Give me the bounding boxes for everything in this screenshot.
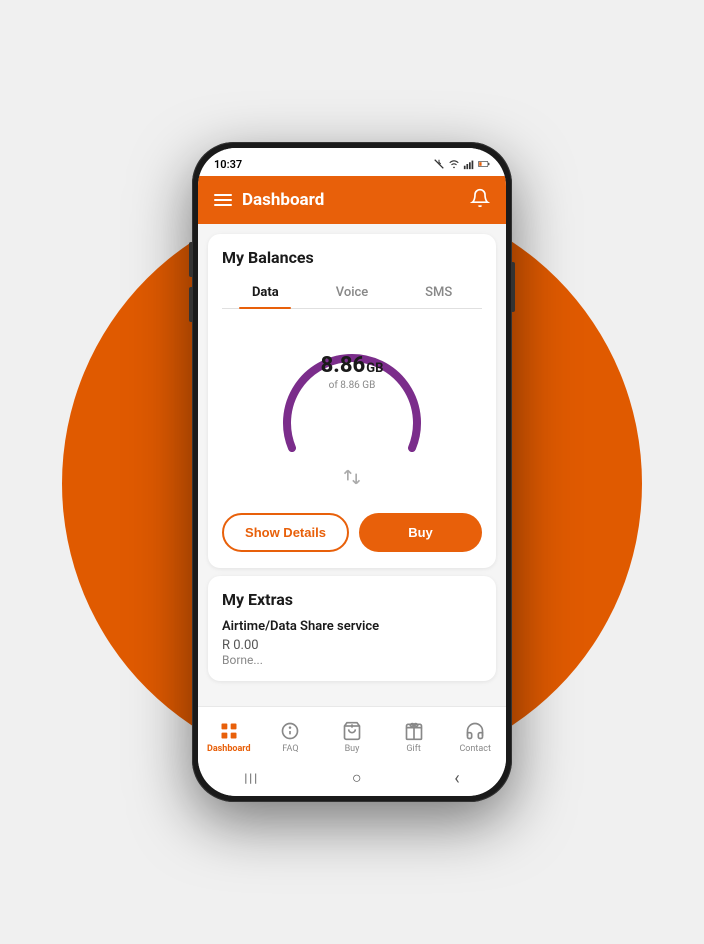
extras-value: R 0.00: [222, 638, 482, 653]
nav-gift[interactable]: Gift: [390, 720, 438, 754]
gauge-sub: of 8.86 GB: [321, 380, 384, 391]
status-icons: [433, 158, 490, 170]
bottom-nav: Dashboard FAQ: [198, 706, 506, 764]
gauge-value: 8.86: [321, 353, 366, 378]
nav-contact[interactable]: Contact: [451, 720, 499, 754]
tab-sms[interactable]: SMS: [395, 279, 482, 308]
nav-contact-label: Contact: [459, 744, 490, 754]
extras-card: My Extras Airtime/Data Share service R 0…: [208, 576, 496, 681]
transfer-icon: [342, 467, 362, 491]
wifi-icon: [448, 158, 460, 170]
gift-icon: [403, 720, 425, 742]
balances-title: My Balances: [222, 248, 482, 267]
nav-faq[interactable]: FAQ: [266, 720, 314, 754]
buy-button[interactable]: Buy: [359, 513, 482, 552]
action-buttons: Show Details Buy: [222, 513, 482, 552]
notification-button[interactable]: [470, 188, 490, 212]
status-bar: 10:37: [198, 148, 506, 176]
cart-icon: [341, 720, 363, 742]
balances-card: My Balances Data Voice SMS: [208, 234, 496, 568]
tab-data[interactable]: Data: [222, 279, 309, 308]
nav-dashboard[interactable]: Dashboard: [205, 720, 253, 754]
app-header: Dashboard: [198, 176, 506, 224]
balance-tabs: Data Voice SMS: [222, 279, 482, 309]
menu-button[interactable]: [214, 194, 232, 206]
extras-service-name: Airtime/Data Share service: [222, 619, 482, 634]
system-nav: ||| ○ ‹: [198, 764, 506, 796]
extras-more: Borne...: [222, 653, 482, 667]
mute-icon: [433, 158, 445, 170]
main-content: My Balances Data Voice SMS: [198, 224, 506, 706]
status-time: 10:37: [214, 158, 242, 171]
grid-icon: [218, 720, 240, 742]
nav-buy[interactable]: Buy: [328, 720, 376, 754]
sys-home[interactable]: ○: [352, 768, 362, 788]
battery-icon: [478, 158, 490, 170]
extras-title: My Extras: [222, 590, 482, 609]
gauge-center: 8.86 GB of 8.86 GB: [321, 353, 384, 391]
nav-buy-label: Buy: [345, 744, 360, 754]
signal-icon: [463, 158, 475, 170]
gauge-container: 8.86 GB of 8.86 GB: [222, 325, 482, 501]
headset-icon: [464, 720, 486, 742]
tab-voice[interactable]: Voice: [309, 279, 396, 308]
page-title: Dashboard: [242, 190, 324, 210]
sys-back[interactable]: ‹: [454, 768, 459, 789]
info-icon: [279, 720, 301, 742]
nav-gift-label: Gift: [406, 744, 420, 754]
nav-faq-label: FAQ: [282, 744, 298, 754]
show-details-button[interactable]: Show Details: [222, 513, 349, 552]
gauge-unit: GB: [366, 361, 383, 376]
sys-recents[interactable]: |||: [244, 771, 259, 785]
nav-dashboard-label: Dashboard: [207, 744, 251, 754]
